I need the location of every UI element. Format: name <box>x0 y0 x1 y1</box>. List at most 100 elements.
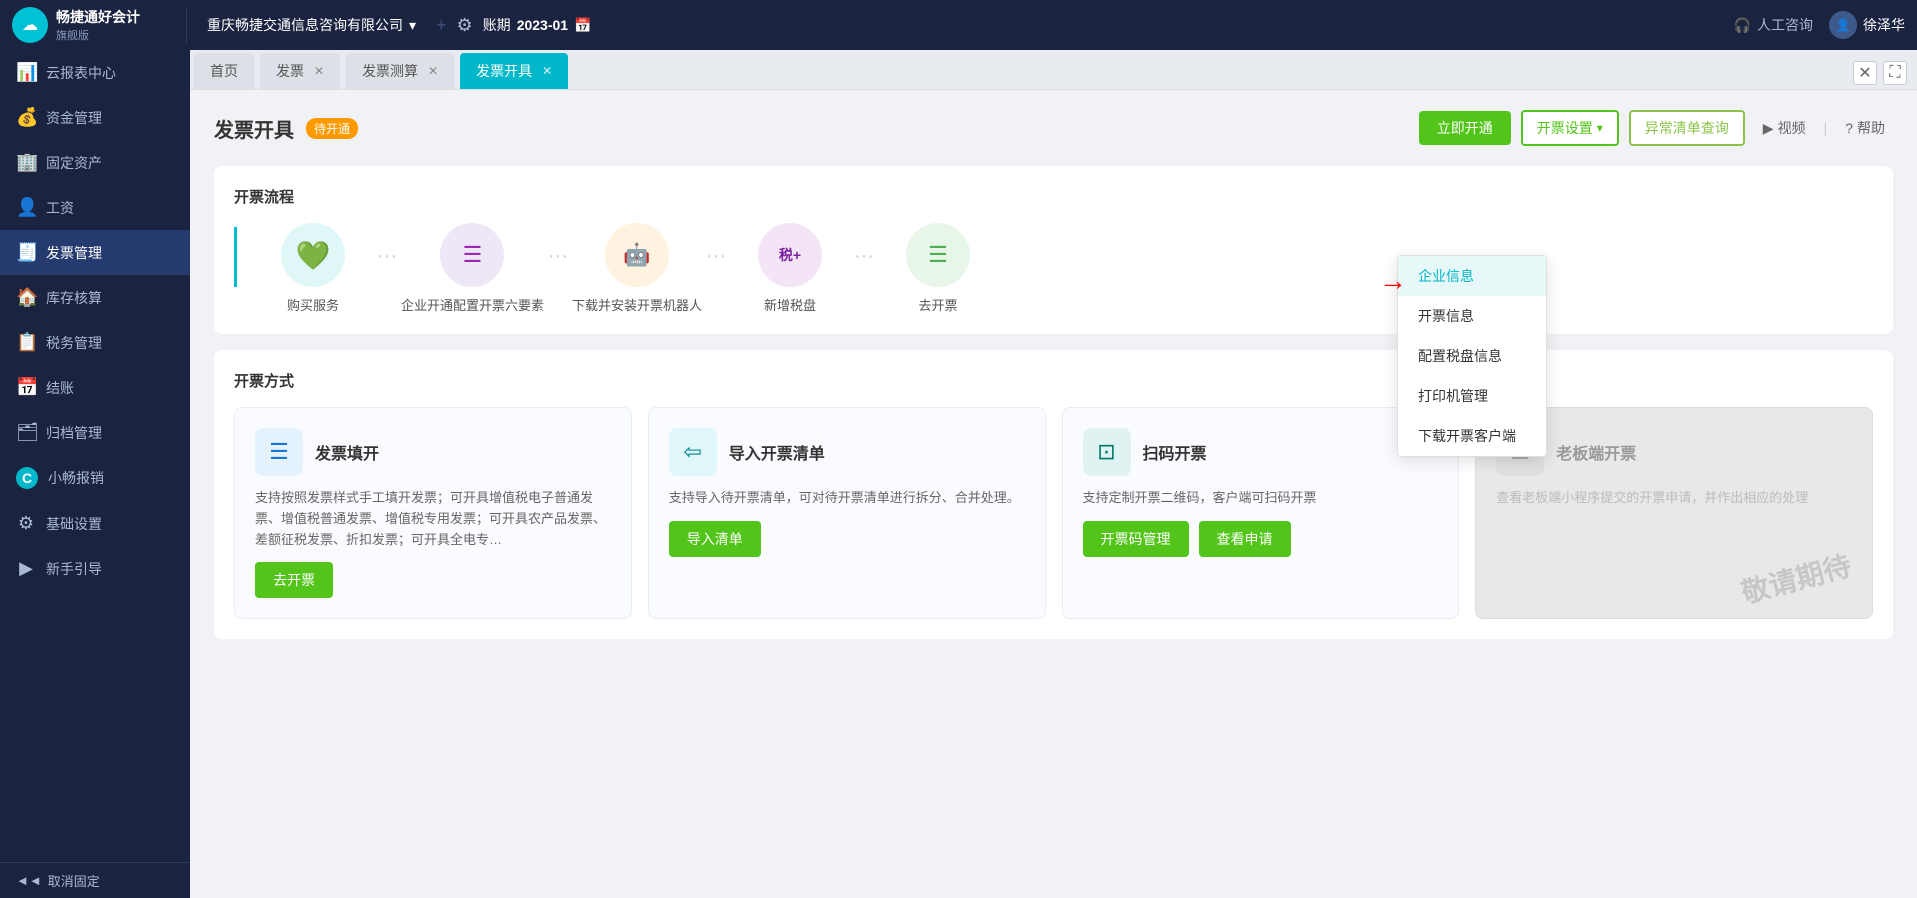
status-badge: 待开通 <box>306 118 358 139</box>
tab-bar: 首页 发票 ✕ 发票测算 ✕ 发票开具 ✕ ✕ ⛶ <box>190 50 1917 90</box>
help-btn[interactable]: ? 帮助 <box>1837 112 1893 144</box>
flow-step-config-enterprise: ☰ 企业开通配置开票六要素 <box>401 223 544 314</box>
tab-maximize-btn[interactable]: ⛶ <box>1883 61 1907 85</box>
dropdown-item-download-client[interactable]: 下载开票客户端 <box>1398 416 1546 456</box>
sidebar-item-archive[interactable]: 🗂 归档管理 <box>0 410 190 455</box>
flow-divider <box>234 227 237 287</box>
top-right: 🎧 人工咨询 👤 徐泽华 <box>1734 11 1905 39</box>
dropdown-item-company-info[interactable]: 企业信息 <box>1398 256 1546 296</box>
tab-invoice[interactable]: 发票 ✕ <box>260 53 340 89</box>
avatar: 👤 <box>1829 11 1857 39</box>
sidebar-item-payroll[interactable]: 👤 工资 <box>0 185 190 230</box>
step-label-go-invoice: 去开票 <box>918 295 957 314</box>
company-selector[interactable]: 重庆畅捷交通信息咨询有限公司 ▾ <box>197 11 426 39</box>
sidebar-label-archive: 归档管理 <box>46 423 102 443</box>
sidebar-item-fund-mgmt[interactable]: 💰 资金管理 <box>0 95 190 140</box>
import-list-btn[interactable]: 导入清单 <box>669 521 761 557</box>
sidebar-label-payroll: 工资 <box>46 198 74 218</box>
step-label-add-tax-disk: 新增税盘 <box>764 295 816 314</box>
new-guide-icon: ▶ <box>16 558 36 579</box>
flow-section: 开票流程 💚 购买服务 ··· ☰ 企业开通配置开票六要素 <box>214 166 1893 334</box>
tab-bar-right: ✕ ⛶ <box>1843 61 1917 89</box>
user-info[interactable]: 👤 徐泽华 <box>1829 11 1905 39</box>
sidebar-item-report-sales[interactable]: C 小畅报销 <box>0 455 190 501</box>
sidebar-item-inventory[interactable]: 🏠 库存核算 <box>0 275 190 320</box>
sidebar-label-inventory: 库存核算 <box>46 288 102 308</box>
sidebar-bottom-cancel-pin[interactable]: ◄◄ 取消固定 <box>0 862 190 898</box>
flow-step-download-robot: 🤖 下载并安装开票机器人 <box>572 223 702 314</box>
page-header-actions: 立即开通 开票设置 ▾ 异常清单查询 ▶ 视频 | <box>1419 110 1893 146</box>
method-title-boss-invoice: 老板端开票 <box>1556 440 1636 464</box>
calendar-icon[interactable]: 📅 <box>574 17 591 34</box>
tab-invoice-close[interactable]: ✕ <box>314 64 324 78</box>
top-bar: ☁ 畅捷通好会计 旗舰版 重庆畅捷交通信息咨询有限公司 ▾ + ⚙ 账期 202… <box>0 0 1917 50</box>
method-icon-fill-invoice: ☰ <box>255 428 303 476</box>
tab-invoice-calc[interactable]: 发票测算 ✕ <box>346 53 454 89</box>
inventory-icon: 🏠 <box>16 287 36 308</box>
report-sales-icon: C <box>16 467 38 489</box>
sidebar-item-invoice-mgmt[interactable]: 🧾 发票管理 <box>0 230 190 275</box>
sidebar-item-fixed-assets[interactable]: 🏢 固定资产 <box>0 140 190 185</box>
dropdown-item-tax-disk[interactable]: 配置税盘信息 <box>1398 336 1546 376</box>
method-desc-import-list: 支持导入待开票清单，可对待开票清单进行拆分、合并处理。 <box>669 488 1025 509</box>
logo-area: ☁ 畅捷通好会计 旗舰版 <box>12 7 187 43</box>
archive-icon: 🗂 <box>16 422 36 443</box>
logo-text: 畅捷通好会计 <box>56 7 140 27</box>
sidebar-item-accounting[interactable]: 📅 结账 <box>0 365 190 410</box>
fixed-assets-icon: 🏢 <box>16 152 36 173</box>
page-title: 发票开具 <box>214 114 294 143</box>
tab-invoice-calc-close[interactable]: ✕ <box>428 64 438 78</box>
methods-grid: ☰ 发票填开 支持按照发票样式手工填开发票；可开具增值税电子普通发票、增值税普通… <box>234 407 1873 619</box>
method-title-fill-invoice: 发票填开 <box>315 440 379 464</box>
main-area: 📊 云报表中心 💰 资金管理 🏢 固定资产 👤 工资 🧾 发票管理 <box>0 50 1917 898</box>
scan-code-mgmt-btn[interactable]: 开票码管理 <box>1083 521 1189 557</box>
invoice-mgmt-icon: 🧾 <box>16 242 36 263</box>
app-container: ☁ 畅捷通好会计 旗舰版 重庆畅捷交通信息咨询有限公司 ▾ + ⚙ 账期 202… <box>0 0 1917 898</box>
dropdown-item-invoice-info[interactable]: 开票信息 <box>1398 296 1546 336</box>
methods-section: 开票方式 ☰ 发票填开 支持按照发票样式手工填开发票；可开具增值税电子普通发票、… <box>214 350 1893 639</box>
method-card-import-list: ⇦ 导入开票清单 支持导入待开票清单，可对待开票清单进行拆分、合并处理。 导入清… <box>648 407 1046 619</box>
dropdown-item-printer[interactable]: 打印机管理 <box>1398 376 1546 416</box>
consultant-label: 人工咨询 <box>1757 15 1813 35</box>
sidebar-label-tax-mgmt: 税务管理 <box>46 333 102 353</box>
tab-invoice-label: 发票 <box>276 61 304 81</box>
settings-chevron-icon: ▾ <box>1597 121 1603 135</box>
step-icon-config-enterprise: ☰ <box>440 223 504 287</box>
activate-btn[interactable]: 立即开通 <box>1419 111 1511 145</box>
method-header-scan-invoice: ⊡ 扫码开票 <box>1083 428 1439 476</box>
sidebar-item-tax-mgmt[interactable]: 📋 税务管理 <box>0 320 190 365</box>
step-label-download-robot: 下载并安装开票机器人 <box>572 295 702 314</box>
flow-steps: 💚 购买服务 ··· ☰ 企业开通配置开票六要素 ··· 🤖 下载并安装开票机器… <box>234 223 1873 314</box>
sidebar-item-cloud-report[interactable]: 📊 云报表中心 <box>0 50 190 95</box>
sidebar-label-fixed-assets: 固定资产 <box>46 153 102 173</box>
settings-btn-label: 开票设置 <box>1537 118 1593 138</box>
fill-invoice-btn[interactable]: 去开票 <box>255 562 333 598</box>
sidebar-bottom-label: 取消固定 <box>48 871 100 890</box>
settings-icon[interactable]: ⚙ <box>457 15 473 36</box>
view-apply-btn[interactable]: 查看申请 <box>1199 521 1291 557</box>
settings-btn[interactable]: 开票设置 ▾ <box>1521 110 1619 146</box>
exception-btn[interactable]: 异常清单查询 <box>1629 110 1745 146</box>
basic-settings-icon: ⚙ <box>16 513 36 534</box>
page-header: 发票开具 待开通 立即开通 开票设置 ▾ 异常清单查询 ▶ <box>214 110 1893 146</box>
settings-dropdown-menu: 企业信息 开票信息 配置税盘信息 打印机管理 下载开票客户端 <box>1397 255 1547 457</box>
tax-mgmt-icon: 📋 <box>16 332 36 353</box>
headset-icon: 🎧 <box>1734 17 1751 34</box>
sidebar-item-new-guide[interactable]: ▶ 新手引导 <box>0 546 190 591</box>
divider: | <box>1824 120 1828 136</box>
logo-icon: ☁ <box>12 7 48 43</box>
tab-invoice-open[interactable]: 发票开具 ✕ <box>460 53 568 89</box>
sidebar-scroll: 📊 云报表中心 💰 资金管理 🏢 固定资产 👤 工资 🧾 发票管理 <box>0 50 190 862</box>
tab-close-btn[interactable]: ✕ <box>1853 61 1877 85</box>
video-btn[interactable]: ▶ 视频 <box>1755 112 1814 144</box>
question-icon: ? <box>1845 120 1853 136</box>
tab-home[interactable]: 首页 <box>194 53 254 89</box>
flow-arrow-4: ··· <box>854 245 874 268</box>
sidebar-item-basic-settings[interactable]: ⚙ 基础设置 <box>0 501 190 546</box>
sidebar-label-accounting: 结账 <box>46 378 74 398</box>
tab-invoice-open-close[interactable]: ✕ <box>542 64 552 78</box>
fund-mgmt-icon: 💰 <box>16 107 36 128</box>
period-label: 账期 <box>483 15 511 35</box>
top-divider: + <box>436 15 447 36</box>
consultant-btn[interactable]: 🎧 人工咨询 <box>1734 15 1813 35</box>
